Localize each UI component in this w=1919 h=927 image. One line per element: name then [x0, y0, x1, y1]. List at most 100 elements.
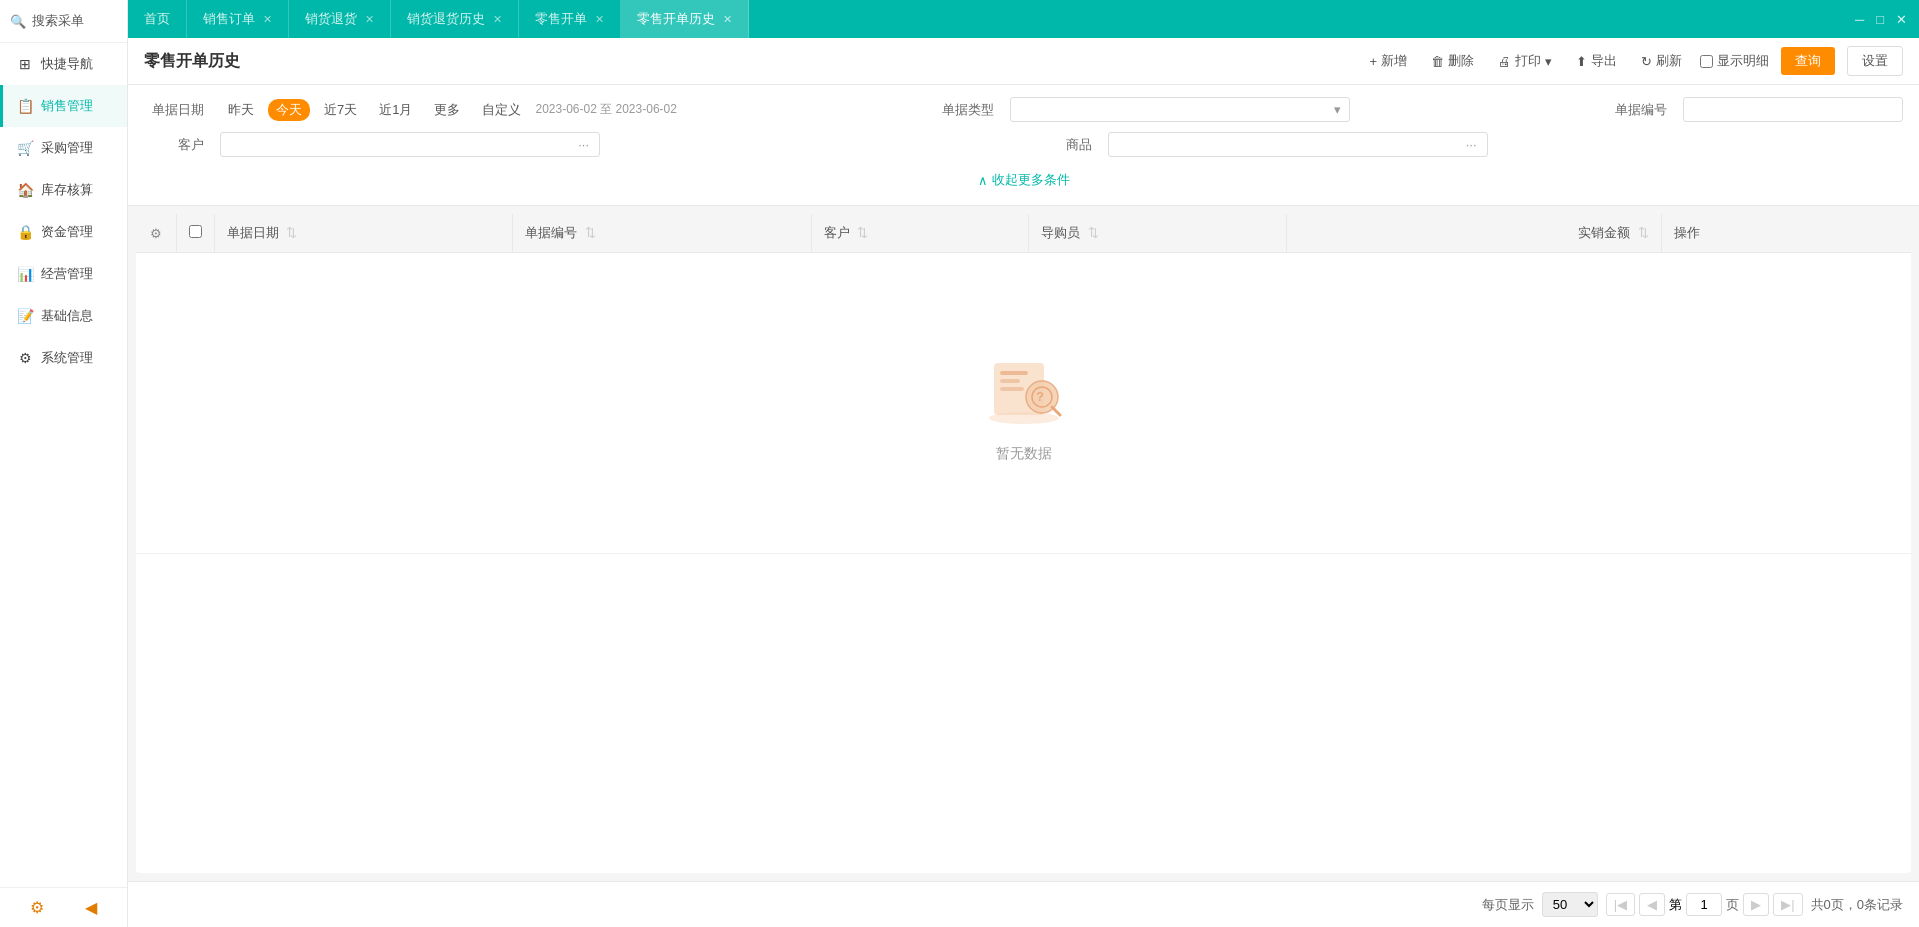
sidebar-icon-sales-mgmt: 📋	[17, 98, 33, 114]
sidebar-icon-sys-mgmt: ⚙	[17, 350, 33, 366]
page-label-post: 页	[1726, 896, 1739, 914]
date-btn-more[interactable]: 更多	[426, 99, 468, 121]
page-input[interactable]	[1686, 893, 1722, 916]
empty-illustration: ?	[974, 343, 1074, 433]
sidebar-nav: ⊞ 快捷导航 📋 销售管理 🛒 采购管理 🏠 库存核算 🔒 资金管理 📊 经营管…	[0, 43, 127, 887]
display-detail-checkbox[interactable]	[1700, 55, 1713, 68]
sidebar-label-sales-mgmt: 销售管理	[41, 97, 93, 115]
query-button[interactable]: 查询	[1781, 47, 1835, 75]
tab-sales-return-history-label: 销货退货历史	[407, 10, 485, 28]
tab-sales-order-label: 销售订单	[203, 10, 255, 28]
th-action: 操作	[1661, 214, 1911, 253]
sidebar-item-finance[interactable]: 🔒 资金管理	[0, 211, 127, 253]
export-button[interactable]: ⬆ 导出	[1570, 48, 1623, 74]
date-btn-1month[interactable]: 近1月	[371, 99, 420, 121]
number-filter-input[interactable]	[1683, 97, 1903, 122]
sidebar-item-inventory[interactable]: 🏠 库存核算	[0, 169, 127, 211]
search-icon: 🔍	[10, 14, 26, 29]
sidebar-search-label: 搜索采单	[32, 12, 84, 30]
sidebar-icon-inventory: 🏠	[17, 182, 33, 198]
export-label: 导出	[1591, 52, 1617, 70]
tab-retail-order[interactable]: 零售开单 ✕	[519, 0, 621, 38]
delete-button[interactable]: 🗑 删除	[1425, 48, 1480, 74]
tab-sales-return-history-close[interactable]: ✕	[493, 13, 502, 26]
th-guide[interactable]: 导购员 ⇅	[1029, 214, 1287, 253]
date-btn-custom[interactable]: 自定义	[474, 99, 529, 121]
sidebar-item-sales-mgmt[interactable]: 📋 销售管理	[0, 85, 127, 127]
th-settings[interactable]: ⚙	[136, 214, 176, 253]
tab-home[interactable]: 首页	[128, 0, 187, 38]
settings-btn[interactable]: 设置	[1847, 46, 1903, 76]
window-close[interactable]: ✕	[1896, 12, 1907, 27]
table-body: ? 暂无数据	[136, 253, 1911, 554]
table-header-row: ⚙ 单据日期 ⇅ 单据编号 ⇅ 客户	[136, 214, 1911, 253]
print-icon: 🖨	[1498, 54, 1511, 69]
date-btn-today[interactable]: 今天	[268, 99, 310, 121]
sidebar-bottom: ⚙ ◀	[0, 887, 127, 927]
tab-sales-return-close[interactable]: ✕	[365, 13, 374, 26]
tab-sales-return[interactable]: 销货退货 ✕	[289, 0, 391, 38]
last-page-btn[interactable]: ▶|	[1773, 893, 1802, 916]
th-amount[interactable]: 实销金额 ⇅	[1287, 214, 1662, 253]
first-page-btn[interactable]: |◀	[1606, 893, 1635, 916]
tab-retail-order-history[interactable]: 零售开单历史 ✕	[621, 0, 749, 38]
svg-rect-3	[1000, 379, 1020, 383]
goods-filter-dots: ···	[1466, 137, 1477, 152]
add-button[interactable]: + 新增	[1363, 48, 1413, 74]
refresh-label: 刷新	[1656, 52, 1682, 70]
tab-retail-order-history-close[interactable]: ✕	[723, 13, 732, 26]
pagination-total: 共0页，0条记录	[1811, 896, 1903, 914]
delete-label: 删除	[1448, 52, 1474, 70]
window-maximize[interactable]: □	[1876, 12, 1884, 27]
collapse-sidebar-icon[interactable]: ◀	[85, 898, 97, 917]
sidebar-label-finance: 资金管理	[41, 223, 93, 241]
date-filter-group: 昨天 今天 近7天 近1月 更多 自定义 2023-06-02 至 2023-0…	[220, 99, 677, 121]
toolbar: 零售开单历史 + 新增 🗑 删除 🖨 打印 ▾ ⬆ 导出	[128, 38, 1919, 85]
customer-filter[interactable]: ···	[220, 132, 600, 157]
th-checkbox[interactable]	[176, 214, 214, 253]
svg-line-7	[1052, 407, 1060, 415]
select-all-checkbox[interactable]	[189, 225, 202, 238]
display-detail-label[interactable]: 显示明细	[1700, 52, 1769, 70]
sidebar-item-purchase-mgmt[interactable]: 🛒 采购管理	[0, 127, 127, 169]
tab-sales-order[interactable]: 销售订单 ✕	[187, 0, 289, 38]
goods-filter[interactable]: ···	[1108, 132, 1488, 157]
table-container: ⚙ 单据日期 ⇅ 单据编号 ⇅ 客户	[136, 214, 1911, 873]
export-icon: ⬆	[1576, 54, 1587, 69]
print-label: 打印	[1515, 52, 1541, 70]
svg-rect-4	[1000, 387, 1024, 391]
collapse-button[interactable]: ∧ 收起更多条件	[978, 167, 1070, 193]
sidebar-item-quick-nav[interactable]: ⊞ 快捷导航	[0, 43, 127, 85]
sidebar-item-operations[interactable]: 📊 经营管理	[0, 253, 127, 295]
print-button[interactable]: 🖨 打印 ▾	[1492, 48, 1558, 74]
sort-date-icon: ⇅	[286, 225, 297, 240]
sort-customer-icon: ⇅	[857, 225, 868, 240]
prev-page-btn[interactable]: ◀	[1639, 893, 1665, 916]
sidebar-icon-operations: 📊	[17, 266, 33, 282]
settings-icon[interactable]: ⚙	[30, 898, 44, 917]
refresh-button[interactable]: ↻ 刷新	[1635, 48, 1688, 74]
sidebar-item-basic-info[interactable]: 📝 基础信息	[0, 295, 127, 337]
toolbar-actions: + 新增 🗑 删除 🖨 打印 ▾ ⬆ 导出 ↻ 刷新	[1363, 46, 1903, 76]
date-btn-7days[interactable]: 近7天	[316, 99, 365, 121]
th-number[interactable]: 单据编号 ⇅	[513, 214, 812, 253]
page-area: 零售开单历史 + 新增 🗑 删除 🖨 打印 ▾ ⬆ 导出	[128, 38, 1919, 927]
add-label: 新增	[1381, 52, 1407, 70]
type-filter-select[interactable]: ▾	[1010, 97, 1350, 122]
tab-retail-order-close[interactable]: ✕	[595, 13, 604, 26]
sidebar-search[interactable]: 🔍 搜索采单	[0, 0, 127, 43]
window-minimize[interactable]: ─	[1855, 12, 1864, 27]
next-page-btn[interactable]: ▶	[1743, 893, 1769, 916]
sidebar-item-sys-mgmt[interactable]: ⚙ 系统管理	[0, 337, 127, 379]
tab-sales-return-history[interactable]: 销货退货历史 ✕	[391, 0, 519, 38]
pagination: 每页显示 50 10 20 100 |◀ ◀ 第 页 ▶ ▶| 共0页，0条记录	[128, 881, 1919, 927]
th-customer[interactable]: 客户 ⇅	[811, 214, 1028, 253]
customer-filter-label: 客户	[144, 136, 204, 154]
date-btn-yesterday[interactable]: 昨天	[220, 99, 262, 121]
filter-area: 单据日期 昨天 今天 近7天 近1月 更多 自定义 2023-06-02 至 2…	[128, 85, 1919, 206]
sidebar-label-quick-nav: 快捷导航	[41, 55, 93, 73]
th-date[interactable]: 单据日期 ⇅	[214, 214, 513, 253]
per-page-select[interactable]: 50 10 20 100	[1542, 892, 1598, 917]
number-filter-label: 单据编号	[1607, 101, 1667, 119]
tab-sales-order-close[interactable]: ✕	[263, 13, 272, 26]
